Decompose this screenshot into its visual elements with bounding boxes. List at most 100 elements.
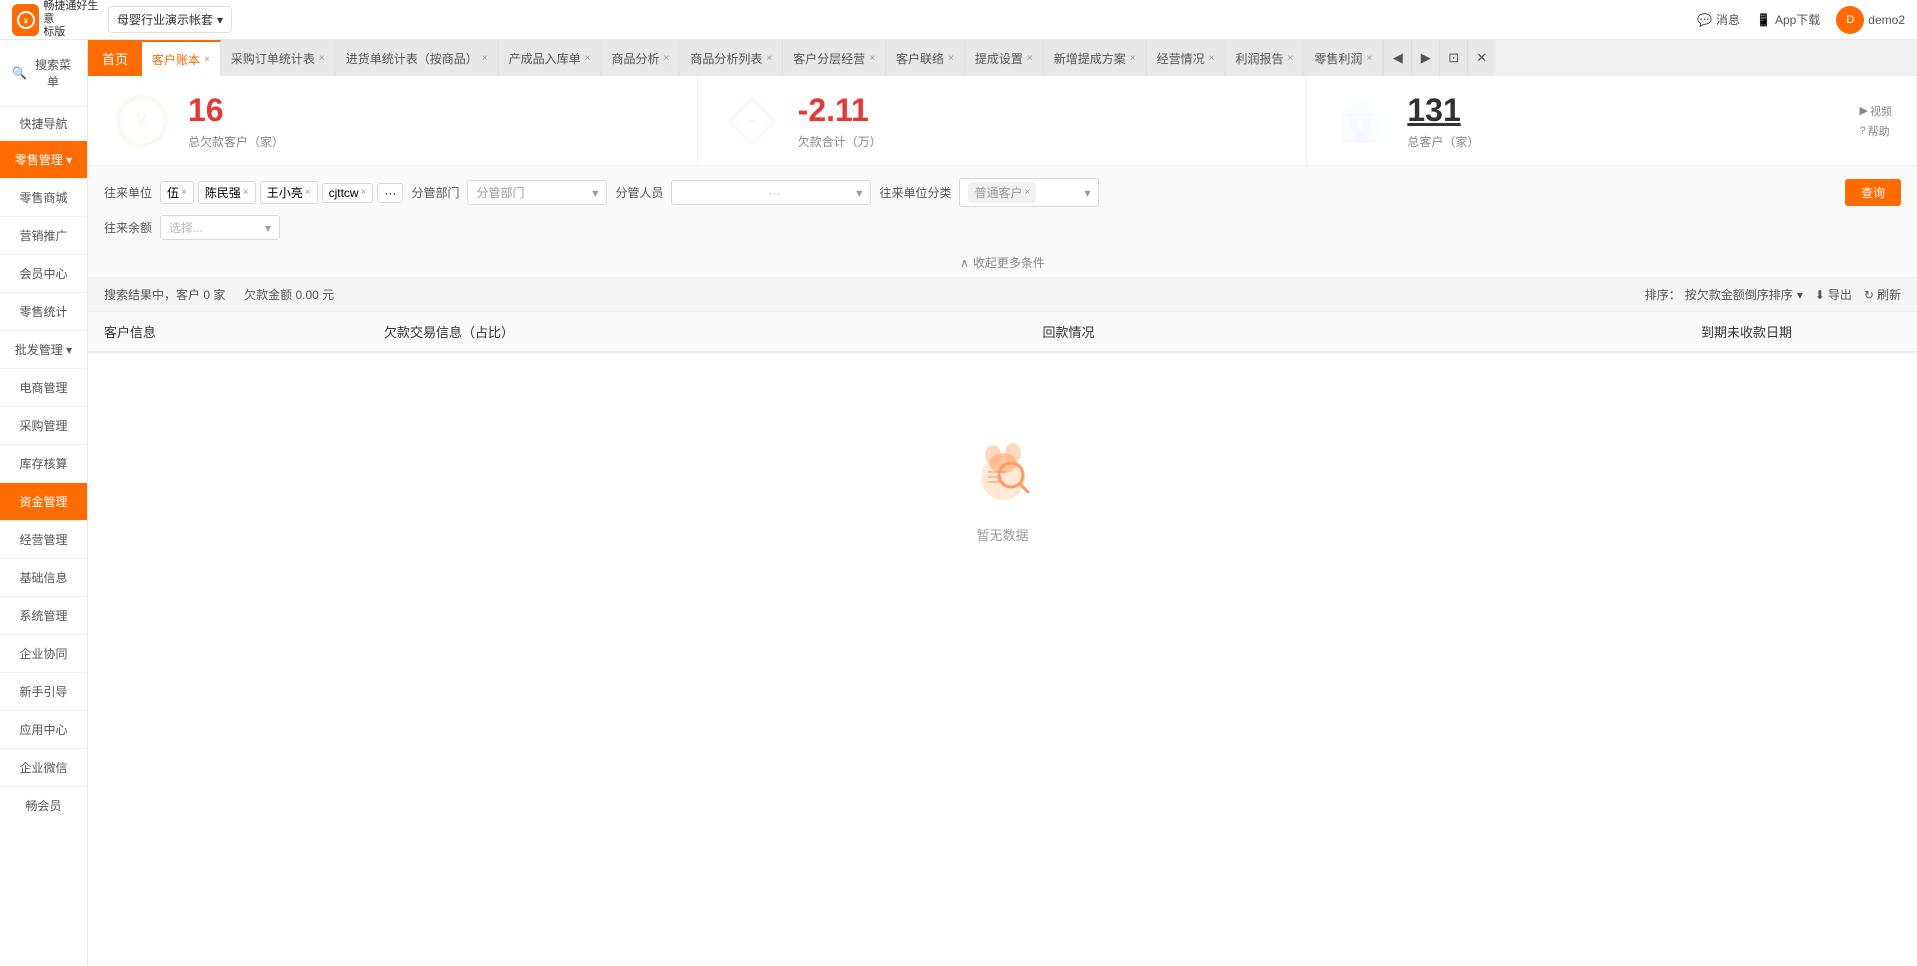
sidebar-item-member-center[interactable]: 会员中心 xyxy=(0,254,87,292)
unit-tag-wu-close[interactable]: × xyxy=(181,187,187,198)
stats-row: ¥ 16 总欠款客户（家） + xyxy=(88,76,1917,166)
table-col-overdue-info: 欠款交易信息（占比） xyxy=(384,322,1043,341)
query-button[interactable]: 查询 xyxy=(1845,179,1901,206)
sidebar-item-operations[interactable]: 经营管理 xyxy=(0,520,87,558)
tab-close-all-button[interactable]: ✕ xyxy=(1467,40,1495,76)
sidebar-search-area: 🔍 搜索菜单 xyxy=(0,40,87,106)
video-help-button[interactable]: ▶ 视频 xyxy=(1860,103,1892,119)
person-clear-icon[interactable]: ··· xyxy=(768,186,780,200)
table-container: 客户信息 欠款交易信息（占比） 回款情况 到期未收款日期 xyxy=(88,312,1917,624)
sidebar-item-retail-stats[interactable]: 零售统计 xyxy=(0,292,87,330)
balance-filter-label: 往来余额 xyxy=(104,219,152,236)
unit-tag-chen-close[interactable]: × xyxy=(243,187,249,198)
unit-filter-label: 往来单位 xyxy=(104,184,152,201)
stat-customers-number: 16 xyxy=(188,92,284,129)
tab-prev-button[interactable]: ◀ xyxy=(1383,40,1411,76)
tab-customer-contact[interactable]: 客户联络 × xyxy=(886,40,965,76)
tab-close-icon-13[interactable]: × xyxy=(1366,53,1372,64)
dept-filter-label: 分管部门 xyxy=(411,184,459,201)
unit-tag-wang-close[interactable]: × xyxy=(305,187,311,198)
help-icon: ? xyxy=(1860,125,1866,137)
tab-expand-button[interactable]: ⊡ xyxy=(1439,40,1467,76)
dept-filter-select[interactable]: 分管部门 ▾ xyxy=(467,180,607,205)
tab-close-icon-7[interactable]: × xyxy=(869,53,875,64)
tab-finished-goods[interactable]: 产成品入库单 × xyxy=(499,40,602,76)
tab-customer-ledger[interactable]: 客户账本 × xyxy=(142,40,221,76)
svg-text:¥: ¥ xyxy=(135,110,148,132)
unit-tag-cjttcw-close[interactable]: × xyxy=(361,187,367,198)
sidebar-item-marketing[interactable]: 营销推广 xyxy=(0,216,87,254)
sidebar-item-finance[interactable]: 资金管理 xyxy=(0,482,87,520)
unit-filter-tags: 伍 × 陈民强 × 王小亮 × xyxy=(160,181,403,204)
app-download-button[interactable]: 📱 App下载 xyxy=(1756,11,1820,28)
user-menu[interactable]: D demo2 xyxy=(1836,6,1905,34)
tab-close-icon[interactable]: × xyxy=(204,54,210,65)
tab-close-icon-10[interactable]: × xyxy=(1130,53,1136,64)
category-tag-normal: 普通客户 × xyxy=(968,182,1036,203)
unit-category-filter-select[interactable]: 普通客户 × ▾ xyxy=(959,178,1099,207)
table-header: 客户信息 欠款交易信息（占比） 回款情况 到期未收款日期 xyxy=(88,312,1917,353)
tab-product-analysis-list[interactable]: 商品分析列表 × xyxy=(680,40,783,76)
category-tag-close[interactable]: × xyxy=(1025,187,1031,198)
search-icon: 🔍 xyxy=(12,66,27,80)
sort-arrow-icon: ▾ xyxy=(1797,288,1803,302)
help-button[interactable]: ? 帮助 xyxy=(1860,123,1892,139)
tab-close-icon-6[interactable]: × xyxy=(766,53,772,64)
sidebar-item-purchase[interactable]: 采购管理 xyxy=(0,406,87,444)
video-icon: ▶ xyxy=(1860,104,1868,117)
refresh-icon: ↻ xyxy=(1864,288,1874,302)
sidebar-item-wholesale[interactable]: 批发管理 ▾ xyxy=(0,330,87,368)
expand-arrow-icon-2: ▾ xyxy=(66,343,72,357)
tab-close-icon-11[interactable]: × xyxy=(1209,53,1215,64)
sidebar-item-system[interactable]: 系统管理 xyxy=(0,596,87,634)
stat-total-values: 131 总客户（家） xyxy=(1407,92,1479,150)
search-menu-button[interactable]: 🔍 搜索菜单 xyxy=(8,50,79,96)
tab-retail-profit[interactable]: 零售利润 × xyxy=(1304,40,1383,76)
refresh-button[interactable]: ↻ 刷新 xyxy=(1864,286,1901,303)
sidebar-item-inventory[interactable]: 库存核算 xyxy=(0,444,87,482)
empty-state: 暂无数据 xyxy=(88,353,1917,624)
tab-close-icon-5[interactable]: × xyxy=(663,53,669,64)
balance-arrow-icon: ▾ xyxy=(265,221,271,235)
tab-new-commission[interactable]: 新增提成方案 × xyxy=(1044,40,1147,76)
tab-close-icon-3[interactable]: × xyxy=(482,53,488,64)
sidebar-item-ecommerce[interactable]: 电商管理 xyxy=(0,368,87,406)
sidebar-item-chang-member[interactable]: 畅会员 xyxy=(0,786,87,824)
tab-customer-tier[interactable]: 客户分层经营 × xyxy=(783,40,886,76)
sidebar-item-basic-info[interactable]: 基础信息 xyxy=(0,558,87,596)
quick-nav-button[interactable]: 快捷导航 xyxy=(0,106,87,140)
tab-close-icon-12[interactable]: × xyxy=(1287,53,1293,64)
collapse-bar[interactable]: ∧ 收起更多条件 xyxy=(104,248,1901,277)
tab-product-analysis[interactable]: 商品分析 × xyxy=(601,40,680,76)
tab-profit-report[interactable]: 利润报告 × xyxy=(1225,40,1304,76)
sidebar-item-retail-mall[interactable]: 零售商城 xyxy=(0,178,87,216)
sidebar-item-enterprise-collab[interactable]: 企业协同 xyxy=(0,634,87,672)
unit-tag-more[interactable]: ··· xyxy=(377,183,403,203)
person-filter-label: 分管人员 xyxy=(615,184,663,201)
logo-icon: ¥ xyxy=(12,4,39,36)
export-button[interactable]: ⬇ 导出 xyxy=(1815,286,1852,303)
tab-home[interactable]: 首页 xyxy=(88,40,142,76)
tab-purchase-order-stats[interactable]: 采购订单统计表 × xyxy=(221,40,336,76)
store-selector[interactable]: 母婴行业演示帐套 ▾ xyxy=(108,6,232,33)
tab-close-icon-2[interactable]: × xyxy=(319,53,325,64)
tab-next-button[interactable]: ▶ xyxy=(1411,40,1439,76)
sidebar-item-app-center[interactable]: 应用中心 xyxy=(0,710,87,748)
tab-stock-stats[interactable]: 进货单统计表（按商品） × xyxy=(336,40,499,76)
stat-block-total-customers: 131 总客户（家） ▶ 视频 ? 帮助 xyxy=(1307,76,1917,165)
tab-operations-overview[interactable]: 经营情况 × xyxy=(1147,40,1226,76)
balance-filter-select[interactable]: 选择... ▾ xyxy=(160,215,280,240)
tab-close-icon-8[interactable]: × xyxy=(948,53,954,64)
tab-close-icon-4[interactable]: × xyxy=(585,53,591,64)
person-filter-select[interactable]: ··· ▾ xyxy=(671,180,871,205)
sidebar-item-retail-management[interactable]: 零售管理 ▾ xyxy=(0,140,87,178)
sort-control[interactable]: 排序： 按欠款金额倒序排序 ▾ xyxy=(1645,286,1803,303)
sidebar-item-newbie-guide[interactable]: 新手引导 xyxy=(0,672,87,710)
tab-commission-settings[interactable]: 提成设置 × xyxy=(965,40,1044,76)
export-icon: ⬇ xyxy=(1815,288,1825,302)
message-button[interactable]: 💬 消息 xyxy=(1697,11,1740,28)
unit-tag-wu: 伍 × xyxy=(160,181,194,204)
tab-close-icon-9[interactable]: × xyxy=(1027,53,1033,64)
sidebar-item-enterprise-wechat[interactable]: 企业微信 xyxy=(0,748,87,786)
filter-line-1: 往来单位 伍 × 陈民强 × 王小亮 xyxy=(104,178,1901,207)
